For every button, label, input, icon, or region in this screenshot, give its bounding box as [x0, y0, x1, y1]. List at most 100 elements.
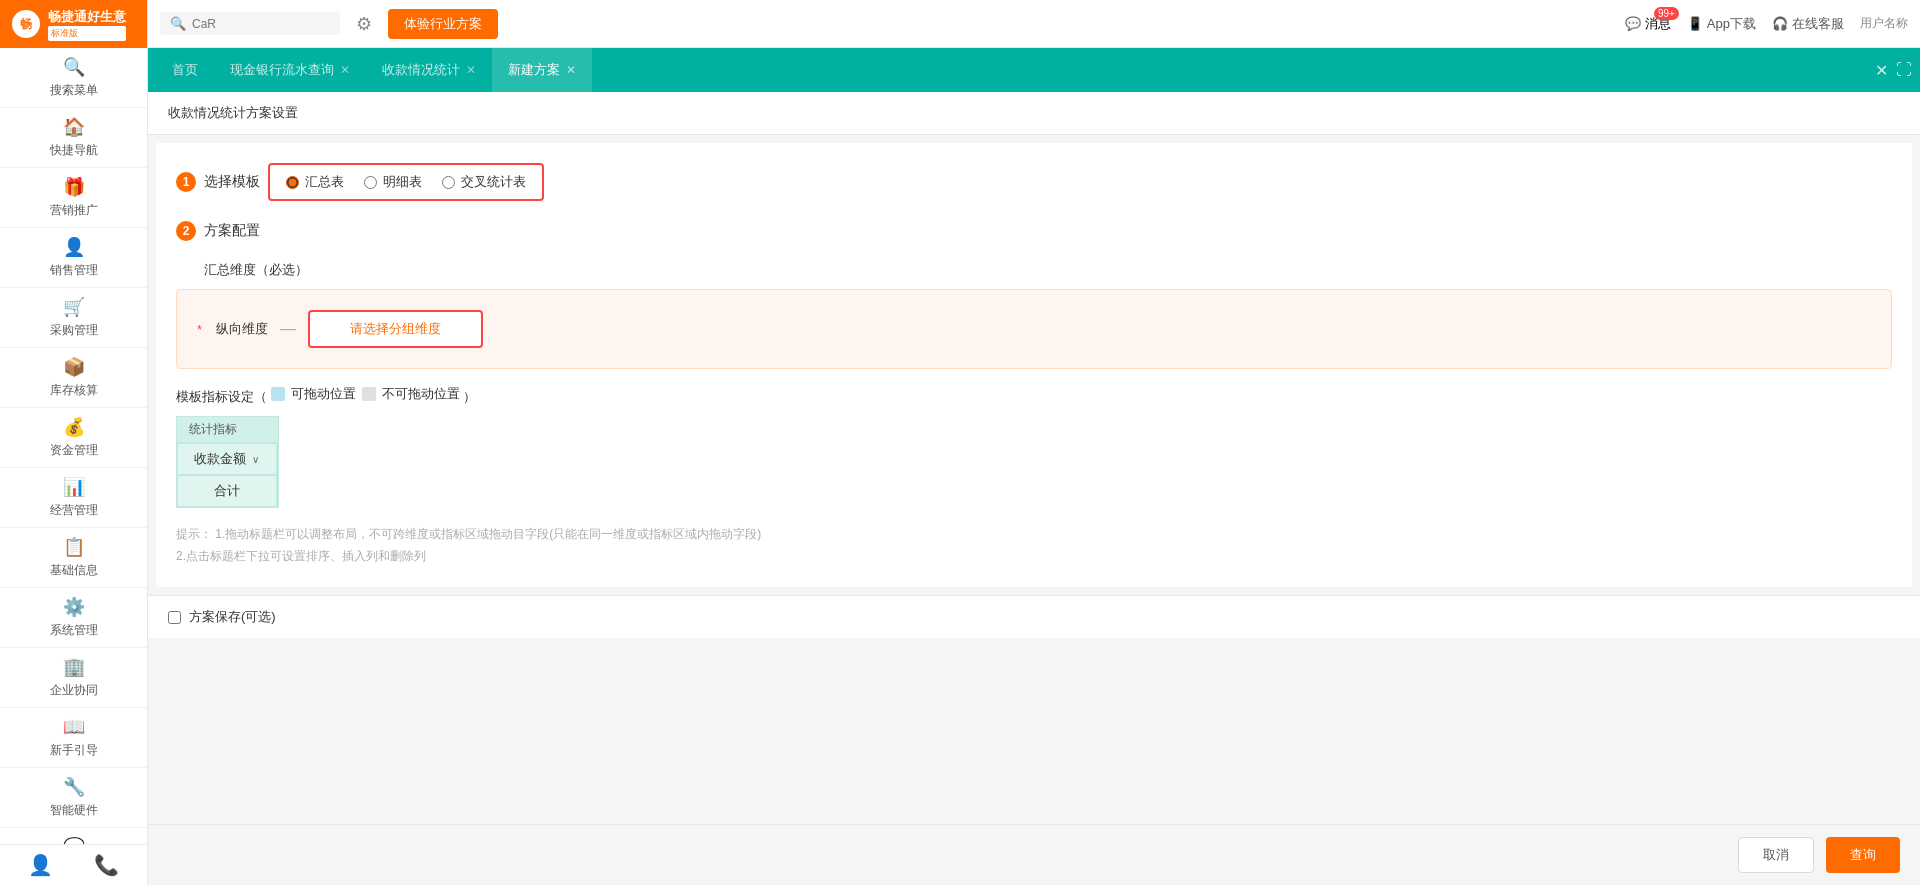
sidebar-item-system[interactable]: ⚙️ 系统管理: [0, 588, 147, 648]
sidebar-item-hardware[interactable]: 🔧 智能硬件: [0, 768, 147, 828]
sidebar-item-label: 新手引导: [50, 742, 98, 759]
nodrag-legend-label: 不可拖动位置: [382, 385, 460, 403]
metrics-col-header: 统计指标: [177, 417, 278, 443]
template-selection-box: 汇总表 明细表 交叉统计表: [268, 163, 544, 201]
radio-cross[interactable]: 交叉统计表: [442, 173, 526, 191]
tab-bank-flow[interactable]: 现金银行流水查询 ✕: [214, 48, 366, 92]
step1-num: 1: [176, 172, 196, 192]
dim-placeholder-text: 请选择分组维度: [350, 321, 441, 336]
topbar-right: 💬 消息 99+ 📱 App下载 🎧 在线客服 用户名称: [1625, 15, 1908, 33]
sidebar-item-purchase[interactable]: 🛒 采购管理: [0, 288, 147, 348]
fullscreen-icon[interactable]: ⛶: [1896, 61, 1912, 80]
tip-2: 2.点击标题栏下拉可设置排序、插入列和删除列: [176, 546, 1892, 568]
chat-icon: 💬: [63, 836, 85, 844]
save-label: 方案保存(可选): [189, 608, 276, 626]
radio-summary[interactable]: 汇总表: [286, 173, 344, 191]
sidebar-item-search-menu[interactable]: 🔍 搜索菜单: [0, 48, 147, 108]
radio-detail-label[interactable]: 明细表: [383, 173, 422, 191]
page-title: 收款情况统计方案设置: [168, 105, 298, 120]
app-download-button[interactable]: 📱 App下载: [1687, 15, 1756, 33]
metrics-table: 统计指标 收款金额 ∨ 合计: [176, 416, 1892, 508]
col-amount[interactable]: 收款金额 ∨: [177, 443, 277, 475]
sidebar-item-label: 搜索菜单: [50, 82, 98, 99]
tips-area: 提示： 1.拖动标题栏可以调整布局，不可跨维度或指标区域拖动目字段(只能在同一维…: [176, 524, 1892, 567]
row-total-label: 合计: [214, 483, 240, 498]
message-button[interactable]: 💬 消息 99+: [1625, 15, 1671, 33]
sidebar-item-operation[interactable]: 📊 经营管理: [0, 468, 147, 528]
sidebar-nav: 🔍 搜索菜单 🏠 快捷导航 🎁 营销推广 👤 销售管理 🛒 采购管理 📦 库存核…: [0, 48, 147, 844]
service-icon: 🎧: [1772, 16, 1788, 31]
sidebar-item-sales[interactable]: 👤 销售管理: [0, 228, 147, 288]
sidebar-item-marketing[interactable]: 🎁 营销推广: [0, 168, 147, 228]
tab-receipt-stats[interactable]: 收款情况统计 ✕: [366, 48, 492, 92]
topbar-search-box[interactable]: 🔍: [160, 12, 340, 35]
main-content: 🔍 ⚙ 体验行业方案 💬 消息 99+ 📱 App下载 🎧 在线客服 用户名称 …: [148, 0, 1920, 885]
tab-bank-flow-label: 现金银行流水查询: [230, 61, 334, 79]
trial-button[interactable]: 体验行业方案: [388, 9, 498, 39]
radio-detail[interactable]: 明细表: [364, 173, 422, 191]
query-button[interactable]: 查询: [1826, 837, 1900, 873]
message-icon: 💬: [1625, 16, 1641, 31]
sidebar-item-label: 库存核算: [50, 382, 98, 399]
message-badge: 99+: [1654, 7, 1679, 20]
bottom-action-bar: 取消 查询: [148, 824, 1920, 885]
building-icon: 🏢: [63, 656, 85, 678]
cancel-button[interactable]: 取消: [1738, 837, 1814, 873]
sidebar-item-guide[interactable]: 📖 新手引导: [0, 708, 147, 768]
search-menu-icon: 🔍: [63, 56, 85, 78]
username-label: 用户名称: [1860, 15, 1908, 32]
dim-placeholder-button[interactable]: 请选择分组维度: [308, 310, 483, 348]
sidebar-item-enterprise[interactable]: 🏢 企业协同: [0, 648, 147, 708]
sidebar-item-finance[interactable]: 💰 资金管理: [0, 408, 147, 468]
sidebar-bottom: 👤 📞: [0, 844, 147, 885]
vertical-dim-row: * 纵向维度 — 请选择分组维度: [197, 310, 1871, 348]
step2-label: 方案配置: [204, 222, 260, 240]
online-service-label: 在线客服: [1792, 15, 1844, 33]
app-download-label: App下载: [1707, 15, 1756, 33]
close-window-icon[interactable]: ✕: [1875, 61, 1888, 80]
sidebar-item-label: 快捷导航: [50, 142, 98, 159]
tabbar: 首页 现金银行流水查询 ✕ 收款情况统计 ✕ 新建方案 ✕ ✕ ⛶: [148, 48, 1920, 92]
download-icon: 📱: [1687, 16, 1703, 31]
logo-icon: 畅: [12, 10, 40, 38]
step2-num: 2: [176, 221, 196, 241]
tab-receipt-stats-close[interactable]: ✕: [466, 63, 476, 77]
save-checkbox[interactable]: [168, 611, 181, 624]
step2-row: 2 方案配置: [176, 221, 1892, 241]
tip-1: 提示： 1.拖动标题栏可以调整布局，不可跨维度或指标区域拖动目字段(只能在同一维…: [176, 524, 1892, 546]
tab-new-plan-close[interactable]: ✕: [566, 63, 576, 77]
radio-cross-input[interactable]: [442, 176, 455, 189]
settings-icon[interactable]: ⚙: [356, 13, 372, 35]
search-input[interactable]: [192, 17, 312, 31]
sidebar-item-wechat[interactable]: 💬 企业微信: [0, 828, 147, 844]
tab-home[interactable]: 首页: [156, 48, 214, 92]
chevron-down-icon: ∨: [252, 454, 259, 465]
dimension-area: * 纵向维度 — 请选择分组维度: [176, 289, 1892, 369]
user-icon: 👤: [63, 236, 85, 258]
sidebar-item-label: 营销推广: [50, 202, 98, 219]
tab-bank-flow-close[interactable]: ✕: [340, 63, 350, 77]
radio-detail-input[interactable]: [364, 176, 377, 189]
radio-cross-label[interactable]: 交叉统计表: [461, 173, 526, 191]
chart-icon: 📊: [63, 476, 85, 498]
sidebar-item-label: 采购管理: [50, 322, 98, 339]
tab-new-plan[interactable]: 新建方案 ✕: [492, 48, 592, 92]
sidebar-item-basic-info[interactable]: 📋 基础信息: [0, 528, 147, 588]
tabbar-actions: ✕ ⛶: [1875, 61, 1912, 80]
form-section: 1 选择模板 汇总表 明细表 交叉统计表: [156, 143, 1912, 587]
row-total: 合计: [177, 475, 277, 507]
radio-summary-input[interactable]: [286, 176, 299, 189]
book-icon: 📖: [63, 716, 85, 738]
step2-section: 2 方案配置 汇总维度（必选） * 纵向维度 — 请选择分组维度: [176, 221, 1892, 567]
sidebar-bottom-left[interactable]: 👤: [28, 853, 53, 877]
gear-icon: ⚙️: [63, 596, 85, 618]
radio-summary-label[interactable]: 汇总表: [305, 173, 344, 191]
online-service-button[interactable]: 🎧 在线客服: [1772, 15, 1844, 33]
sidebar-bottom-right[interactable]: 📞: [94, 853, 119, 877]
sidebar-item-quick-nav[interactable]: 🏠 快捷导航: [0, 108, 147, 168]
clipboard-icon: 📋: [63, 536, 85, 558]
home-icon: 🏠: [63, 116, 85, 138]
sidebar-item-inventory[interactable]: 📦 库存核算: [0, 348, 147, 408]
drag-legend-label: 可拖动位置: [291, 385, 356, 403]
step1-label: 选择模板: [204, 173, 260, 191]
